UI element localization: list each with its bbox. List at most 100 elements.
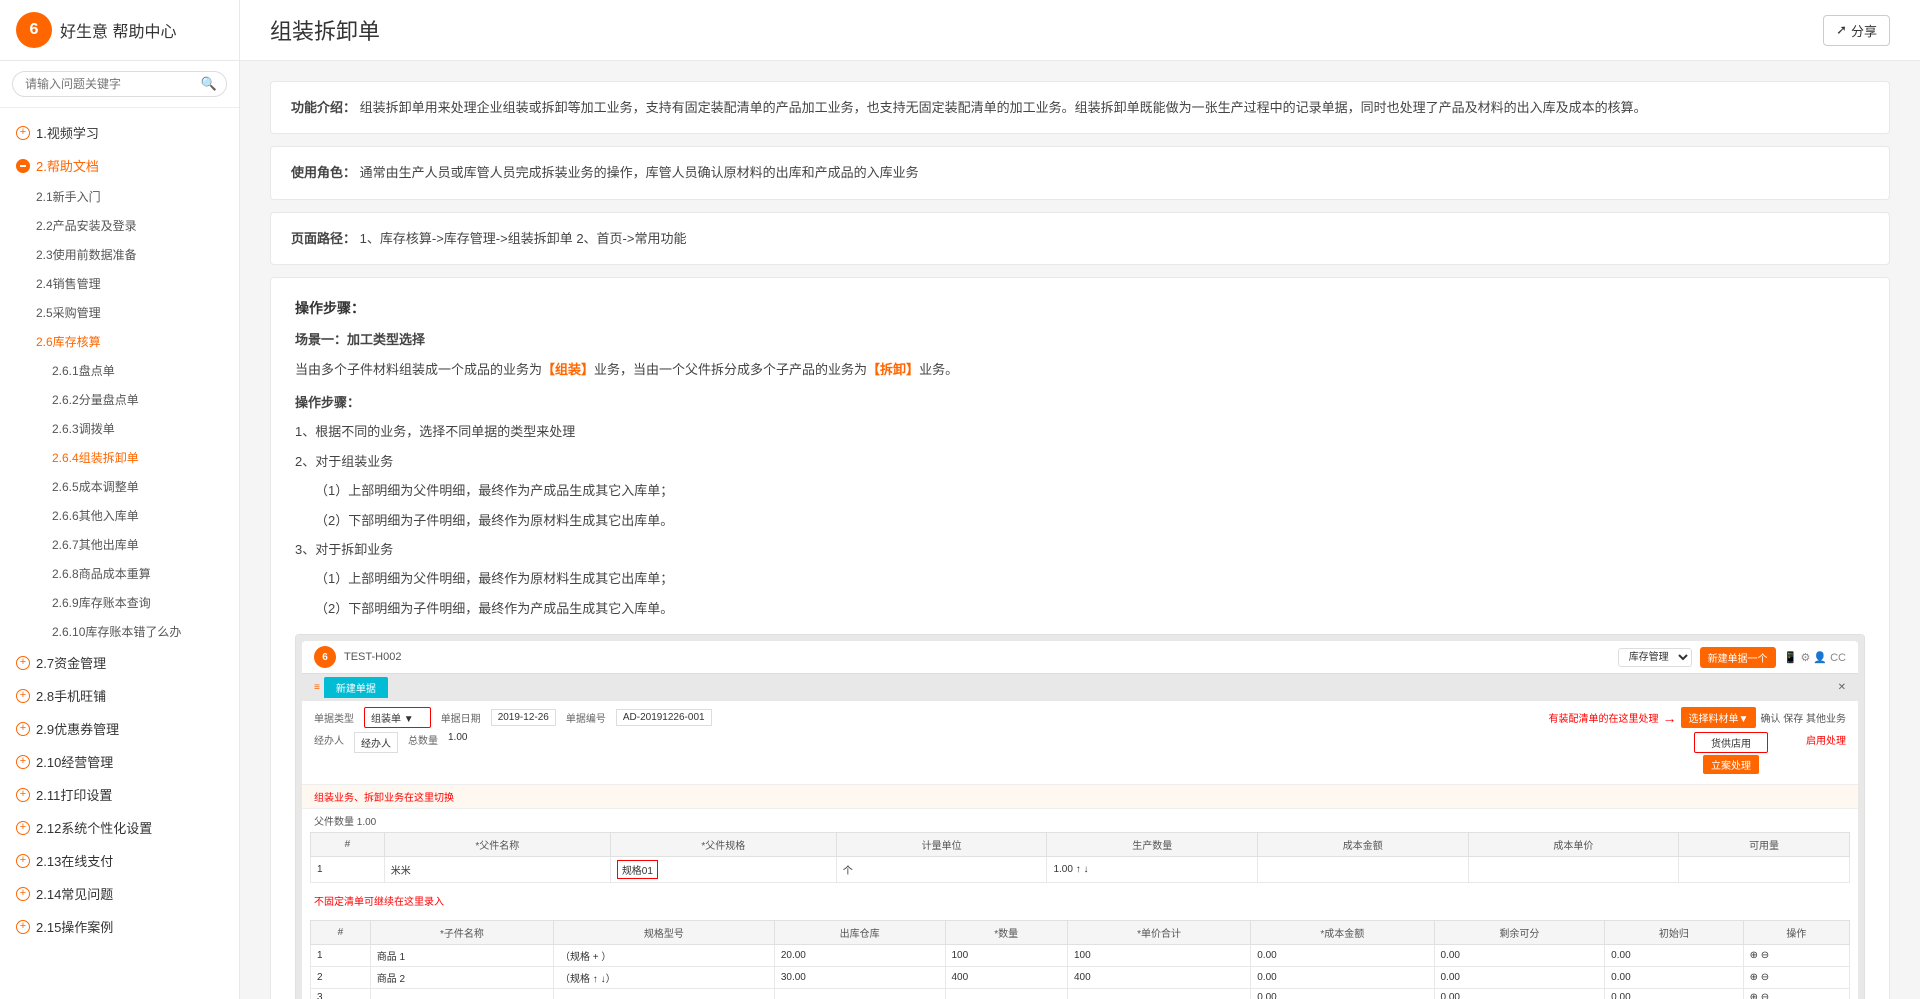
mock-qty-value: 1.00 [448, 732, 467, 743]
sidebar-item-cases[interactable]: + 2.15操作案例 [0, 910, 239, 943]
cell-no: 1 [311, 857, 385, 883]
sidebar-item-finance[interactable]: + 2.7资金管理 [0, 646, 239, 679]
mock-type-select[interactable]: 组装单 ▼ [364, 707, 431, 728]
sidebar-item-transfer[interactable]: 2.6.3调拨单 [0, 414, 239, 443]
mock-confirm-btns: 立案处理 [1703, 755, 1759, 774]
share-label: 分享 [1851, 21, 1877, 40]
sidebar-item-purchase[interactable]: 2.5采购管理 [0, 298, 239, 327]
nav-tree: + 1.视频学习 2.帮助文档 2.1新手入门 2.2产品安装及登录 2.3使用… [0, 108, 239, 999]
sidebar-item-custom[interactable]: + 2.12系统个性化设置 [0, 811, 239, 844]
sidebar-item-assembly[interactable]: 2.6.4组装拆卸单 [0, 443, 239, 472]
cell-avail-val [1679, 857, 1850, 883]
sidebar-item-label: 2.帮助文档 [36, 156, 99, 175]
role-text: 通常由生产人员或库管人员完成拆装业务的操作，库管人员确认原材料的出库和产成品的入… [360, 165, 919, 180]
screenshot-wrapper: 6 TEST-H002 库存管理 新建单据一个 📱 ⚙ 👤 CC ≡ [296, 635, 1864, 999]
sidebar-item-mobile[interactable]: + 2.8手机旺铺 [0, 679, 239, 712]
sidebar-item-stock-ledger[interactable]: 2.6.9库存账本查询 [0, 588, 239, 617]
mock-date-value: 2019-12-26 [491, 709, 556, 726]
sidebar-item-partial-stocktake[interactable]: 2.6.2分量盘点单 [0, 385, 239, 414]
expand-icon: + [16, 788, 30, 802]
ops-title: 操作步骤： [295, 298, 1865, 318]
mock-apply-btn[interactable]: 选择料材单▼ [1681, 707, 1757, 728]
sidebar-item-stocktake[interactable]: 2.6.1盘点单 [0, 356, 239, 385]
sidebar-item-payment[interactable]: + 2.13在线支付 [0, 844, 239, 877]
scenario1-desc: 当由多个子件材料组装成一个成品的业务为【组装】业务，当由一个父件拆分成多个子产品… [295, 358, 1865, 381]
table-row: 1 米米 规格01 个 1.00 ↑ ↓ [311, 857, 1850, 883]
col2-item: *子件名称 [370, 921, 553, 945]
table-row: 1 商品 1 （规格 + ） 20.00 100 100 0.00 0.00 0 [311, 945, 1850, 967]
cell-spec-value: 规格01 [617, 860, 658, 879]
share-button[interactable]: ➚ 分享 [1823, 15, 1890, 46]
screenshot-inner: 6 TEST-H002 库存管理 新建单据一个 📱 ⚙ 👤 CC ≡ [302, 641, 1858, 999]
func-intro-box: 功能介绍： 组装拆卸单用来处理企业组装或拆卸等加工业务，支持有固定装配清单的产品… [270, 81, 1890, 134]
mock-label-docno: 单据编号 [566, 710, 606, 725]
main: 组装拆卸单 ➚ 分享 功能介绍： 组装拆卸单用来处理企业组装或拆卸等加工业务，支… [240, 0, 1920, 999]
mock-annotation4-area: 货供店用 立案处理 [1694, 732, 1768, 774]
step2-1: （1）上部明细为父件明细，最终作为产成品生成其它入库单； [295, 479, 1865, 502]
role-label: 使用角色： [291, 165, 356, 180]
col2-unit-price: *单价合计 [1067, 921, 1250, 945]
sidebar-item-cost-adj[interactable]: 2.6.5成本调整单 [0, 472, 239, 501]
sidebar-item-label: 2.10经营管理 [36, 752, 113, 771]
sidebar-item-faq[interactable]: + 2.14常见问题 [0, 877, 239, 910]
app-title: 好生意 帮助中心 [60, 18, 176, 42]
sidebar-item-help[interactable]: 2.帮助文档 [0, 149, 239, 182]
search-bar: 🔍 [0, 61, 239, 108]
sidebar-item-other-out[interactable]: 2.6.7其他出库单 [0, 530, 239, 559]
sidebar-item-label: 2.9优惠券管理 [36, 719, 119, 738]
sidebar-item-label: 2.12系统个性化设置 [36, 818, 152, 837]
sidebar-item-coupon[interactable]: + 2.9优惠券管理 [0, 712, 239, 745]
search-input[interactable] [12, 71, 227, 97]
sidebar-item-ops-mgmt[interactable]: + 2.10经营管理 [0, 745, 239, 778]
col-unit: 计量单位 [836, 833, 1047, 857]
func-intro-text: 组装拆卸单用来处理企业组装或拆卸等加工业务，支持有固定装配清单的产品加工业务，也… [360, 100, 1647, 115]
mock-window-nav: ≡ 新建单据 ✕ [302, 674, 1858, 701]
sidebar-item-install[interactable]: 2.2产品安装及登录 [0, 211, 239, 240]
col-no: # [311, 833, 385, 857]
step3: 3、对于拆卸业务 [295, 538, 1865, 561]
mock-close[interactable]: ✕ [1838, 682, 1846, 693]
sidebar-item-newuser[interactable]: 2.1新手入门 [0, 182, 239, 211]
cell-cost-val [1258, 857, 1469, 883]
sidebar-item-cost-recalc[interactable]: 2.6.8商品成本重算 [0, 559, 239, 588]
sidebar-item-label: 2.14常见问题 [36, 884, 113, 903]
sidebar-item-video[interactable]: + 1.视频学习 [0, 116, 239, 149]
sidebar-item-other-in[interactable]: 2.6.6其他入库单 [0, 501, 239, 530]
mock-enable-input[interactable]: 货供店用 [1694, 732, 1768, 753]
sidebar-item-sales[interactable]: 2.4销售管理 [0, 269, 239, 298]
arrow-right: → [1663, 710, 1677, 726]
search-icon-wrap: 🔍 [12, 71, 227, 97]
mock-label-type: 单据类型 [314, 710, 354, 725]
col-item: *父件名称 [384, 833, 610, 857]
mock-new-btn[interactable]: 新建单据一个 [1700, 647, 1776, 668]
mock-lower-table-area: # *子件名称 规格型号 出库仓库 *数量 *单价合计 *成本金额 剩余可分 初 [302, 912, 1858, 999]
annotation1-text: 有装配清单的在这里处理 [1549, 710, 1659, 725]
sidebar-item-dataprep[interactable]: 2.3使用前数据准备 [0, 240, 239, 269]
sidebar-item-label: 1.视频学习 [36, 123, 99, 142]
mock-type-select-wrap: 组装单 ▼ [364, 707, 431, 728]
main-header: 组装拆卸单 ➚ 分享 [240, 0, 1920, 61]
mock-select-1[interactable]: 库存管理 [1618, 648, 1692, 667]
annotation3-text: 组装业务、拆卸业务在这里切换 [314, 793, 454, 804]
expand-icon: + [16, 854, 30, 868]
expand-icon: + [16, 126, 30, 140]
sidebar-item-ledger-error[interactable]: 2.6.10库存账本错了么办 [0, 617, 239, 646]
mock-upper-table-title: 父件数量 1.00 [310, 813, 1850, 828]
sidebar-item-label: 2.7资金管理 [36, 653, 106, 672]
mock-confirm-btn[interactable]: 立案处理 [1703, 755, 1759, 774]
cell-qty-val: 1.00 ↑ ↓ [1047, 857, 1258, 883]
mock-maker-value: 经办人 [354, 732, 398, 753]
func-intro-label: 功能介绍： [291, 100, 356, 115]
mock-nav-icon: ≡ [314, 682, 320, 693]
expand-icon: + [16, 920, 30, 934]
col2-warehouse: 出库仓库 [774, 921, 945, 945]
step2: 2、对于组装业务 [295, 450, 1865, 473]
mock-active-tab[interactable]: 新建单据 [324, 677, 388, 698]
sidebar-item-inventory[interactable]: 2.6库存核算 [0, 327, 239, 356]
sidebar-item-print[interactable]: + 2.11打印设置 [0, 778, 239, 811]
mock-test-id: TEST-H002 [344, 651, 401, 663]
mock-label-maker: 经办人 [314, 732, 344, 747]
mock-annotation4-label: 启用处理 [1786, 732, 1846, 747]
mock-lower-table: # *子件名称 规格型号 出库仓库 *数量 *单价合计 *成本金额 剩余可分 初 [310, 920, 1850, 999]
expand-icon: + [16, 755, 30, 769]
